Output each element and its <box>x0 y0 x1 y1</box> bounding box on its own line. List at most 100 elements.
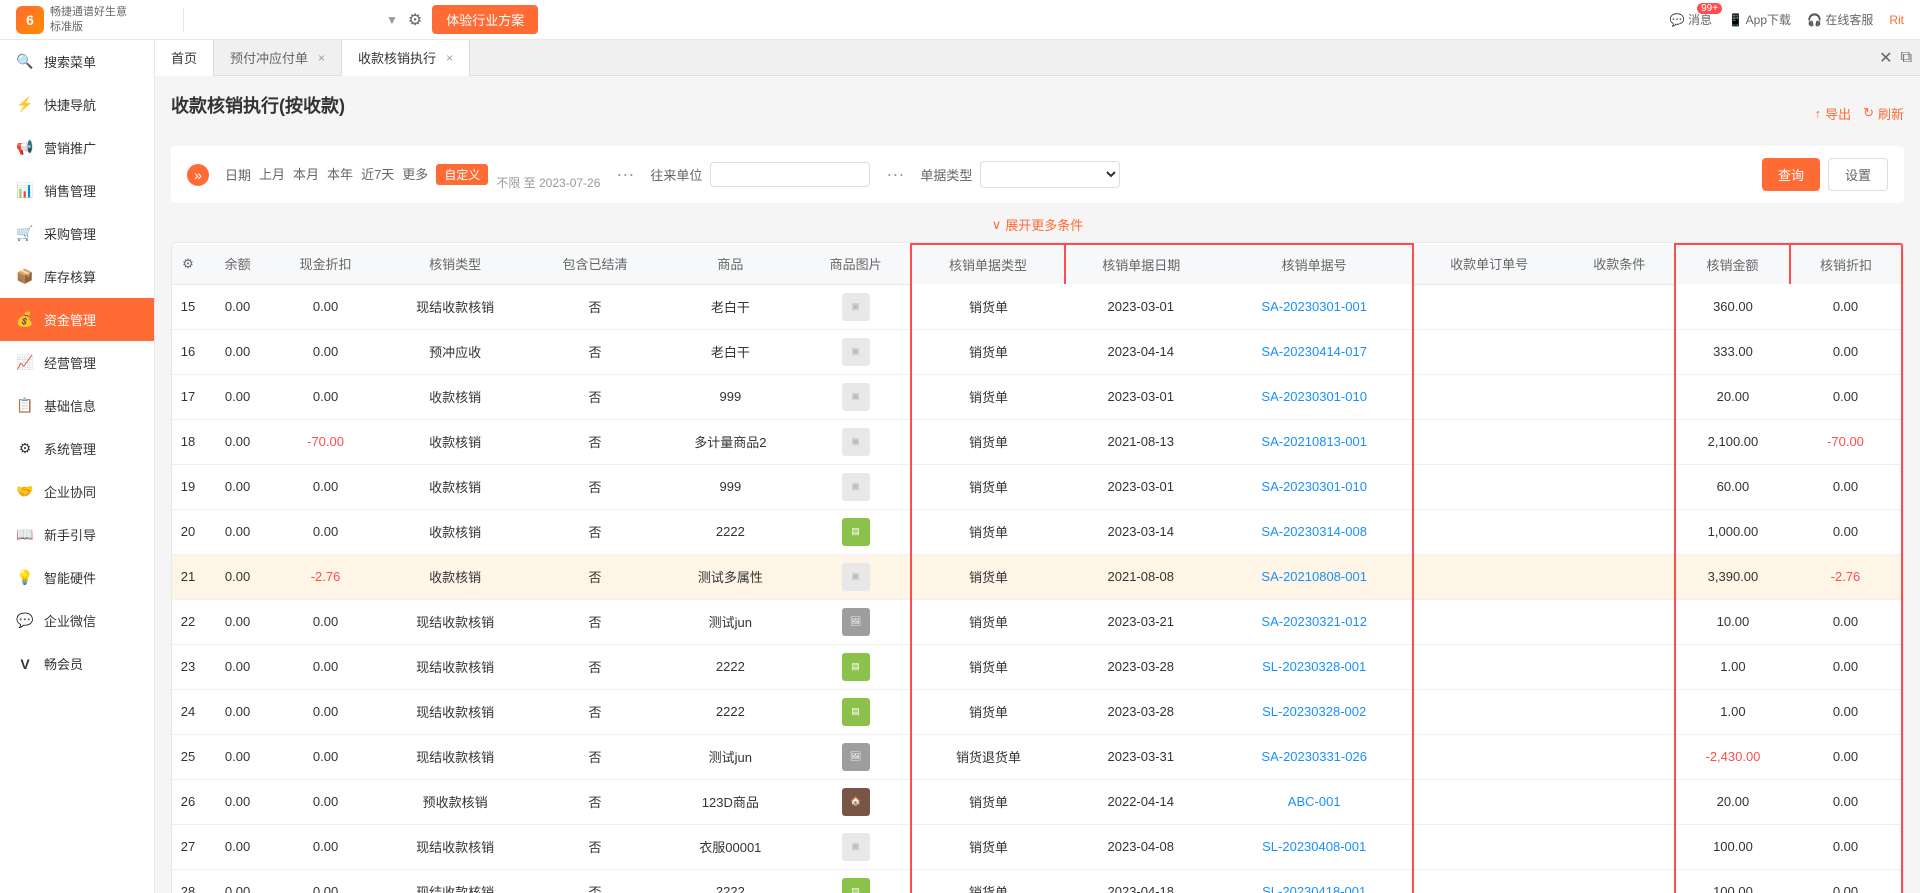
date-curr-month[interactable]: 本月 <box>293 164 319 185</box>
table-row: 26 0.00 0.00 预收款核销 否 123D商品 🏠 销货单 2022-0… <box>172 779 1902 824</box>
sidebar-item-purchase[interactable]: 🛒 采购管理 <box>0 212 154 255</box>
settings-gear-btn[interactable]: ⚙ <box>408 10 422 30</box>
sidebar-item-member[interactable]: V 畅会员 <box>0 642 154 685</box>
cell-discount: 0.00 <box>1790 824 1902 869</box>
cell-doc-no: SA-20230331-026 <box>1217 734 1413 779</box>
cell-amount: 100.00 <box>1675 869 1790 893</box>
tab-home[interactable]: 首页 <box>155 40 214 76</box>
tab-prepay[interactable]: 预付冲应付单 × <box>214 40 342 76</box>
cell-goods: 999 <box>660 374 801 419</box>
cell-goods: 2222 <box>660 689 801 734</box>
date-prev-month[interactable]: 上月 <box>259 164 285 185</box>
sidebar-item-guide[interactable]: 📖 新手引导 <box>0 513 154 556</box>
cell-condition <box>1565 779 1675 824</box>
export-btn[interactable]: ↑ 导出 <box>1815 104 1852 123</box>
filter-settings-btn[interactable]: 设置 <box>1828 158 1888 191</box>
cell-discount: -70.00 <box>1790 419 1902 464</box>
cell-settled: 否 <box>530 554 660 599</box>
sidebar-label-basic-info: 基础信息 <box>44 396 96 415</box>
sidebar-item-hardware[interactable]: 💡 智能硬件 <box>0 556 154 599</box>
app-download-btn[interactable]: 📱 App下载 <box>1728 11 1791 28</box>
finance-icon: 💰 <box>16 311 34 329</box>
sidebar-item-system[interactable]: ⚙ 系统管理 <box>0 427 154 470</box>
sidebar-item-operations[interactable]: 📈 经营管理 <box>0 341 154 384</box>
cell-doc-date: 2023-03-31 <box>1065 734 1217 779</box>
cell-doc-date: 2023-03-14 <box>1065 509 1217 554</box>
cell-doc-date: 2023-04-18 <box>1065 869 1217 893</box>
marketing-icon: 📢 <box>16 139 34 157</box>
tabs-bar: 首页 预付冲应付单 × 收款核销执行 × ✕ ⧉ <box>155 40 1920 76</box>
query-btn[interactable]: 查询 <box>1762 158 1820 191</box>
logo-text: 畅捷通谱好生意 标准版 <box>50 5 127 34</box>
cell-discount: -2.76 <box>1790 554 1902 599</box>
cell-goods-img: 🖼 <box>801 599 911 644</box>
cell-goods: 测试多属性 <box>660 554 801 599</box>
tab-receivable[interactable]: 收款核销执行 × <box>342 40 470 76</box>
cell-discount: 0.00 <box>1790 509 1902 554</box>
sidebar-item-collab[interactable]: 🤝 企业协同 <box>0 470 154 513</box>
sidebar-label-inventory: 库存核算 <box>44 267 96 286</box>
sidebar-label-search: 搜索菜单 <box>44 52 96 71</box>
logo-icon: 6 <box>16 6 44 34</box>
online-service-btn[interactable]: 🎧 在线客服 <box>1807 11 1873 28</box>
doctype-select[interactable] <box>980 161 1120 188</box>
cell-doc-no: SA-20230301-010 <box>1217 374 1413 419</box>
refresh-btn[interactable]: ↻ 刷新 <box>1863 104 1904 123</box>
page-content: 收款核销执行(按收款) ↑ 导出 ↻ 刷新 » 日期 <box>155 76 1920 893</box>
sidebar-item-marketing[interactable]: 📢 营销推广 <box>0 126 154 169</box>
cell-type: 收款核销 <box>380 464 530 509</box>
col-doc-date: 核销单据日期 <box>1065 244 1217 284</box>
industry-btn[interactable]: 体验行业方案 <box>432 5 538 34</box>
cell-balance: 0.00 <box>204 284 271 329</box>
cell-goods: 2222 <box>660 869 801 893</box>
counterparty-label: 往来单位 <box>650 165 702 184</box>
tab-expand-btn[interactable]: ⧉ <box>1901 49 1912 67</box>
cell-type: 现结收款核销 <box>380 644 530 689</box>
sidebar-item-sales[interactable]: 📊 销售管理 <box>0 169 154 212</box>
cell-doc-date: 2022-04-14 <box>1065 779 1217 824</box>
wechat-icon: 💬 <box>16 612 34 630</box>
cell-doc-no: ABC-001 <box>1217 779 1413 824</box>
tab-close-all-btn[interactable]: ✕ <box>1879 48 1892 68</box>
sidebar-item-finance[interactable]: 💰 资金管理 <box>0 298 154 341</box>
cell-amount: 20.00 <box>1675 374 1790 419</box>
message-btn[interactable]: 💬 消息 99+ <box>1670 11 1712 28</box>
date-custom-btn[interactable]: 自定义 <box>436 164 488 185</box>
tab-receivable-label: 收款核销执行 <box>358 48 436 67</box>
collab-icon: 🤝 <box>16 483 34 501</box>
basic-info-icon: 📋 <box>16 397 34 415</box>
sidebar-item-basic-info[interactable]: 📋 基础信息 <box>0 384 154 427</box>
filter-collapse-btn[interactable]: » <box>187 164 209 186</box>
col-settings[interactable]: ⚙ <box>172 244 204 284</box>
cell-discount: 0.00 <box>1790 464 1902 509</box>
tab-receivable-close[interactable]: × <box>446 51 453 65</box>
cell-type: 预收款核销 <box>380 779 530 824</box>
cell-balance: 0.00 <box>204 509 271 554</box>
cell-cash-discount: 0.00 <box>271 734 380 779</box>
col-doc-no: 核销单据号 <box>1217 244 1413 284</box>
sidebar-item-wechat[interactable]: 💬 企业微信 <box>0 599 154 642</box>
top-bar-center: ▼ ⚙ 体验行业方案 <box>196 5 1658 34</box>
top-bar: 6 畅捷通谱好生意 标准版 ▼ ⚙ 体验行业方案 💬 消息 99+ 📱 App下… <box>0 0 1920 40</box>
date-curr-year[interactable]: 本年 <box>327 164 353 185</box>
cell-goods-img: ▣ <box>801 824 911 869</box>
cell-balance: 0.00 <box>204 734 271 779</box>
cell-order-no <box>1413 284 1565 329</box>
cell-goods: 多计量商品2 <box>660 419 801 464</box>
sidebar-item-search[interactable]: 🔍 搜索菜单 <box>0 40 154 83</box>
tab-prepay-close[interactable]: × <box>318 51 325 65</box>
sidebar-item-inventory[interactable]: 📦 库存核算 <box>0 255 154 298</box>
cell-type: 收款核销 <box>380 374 530 419</box>
date-7days[interactable]: 近7天 <box>361 164 394 185</box>
expand-conditions-btn[interactable]: ∨ 展开更多条件 <box>992 215 1084 234</box>
counterparty-input[interactable] <box>710 162 870 187</box>
sidebar-item-quicknav[interactable]: ⚡ 快捷导航 <box>0 83 154 126</box>
filter-dots2: ··· <box>886 164 904 185</box>
cell-order-no <box>1413 329 1565 374</box>
date-more[interactable]: 更多 <box>402 164 428 185</box>
table-row: 21 0.00 -2.76 收款核销 否 测试多属性 ▣ 销货单 2021-08… <box>172 554 1902 599</box>
col-condition: 收款条件 <box>1565 244 1675 284</box>
cell-goods-img: ▣ <box>801 464 911 509</box>
cell-order-no <box>1413 824 1565 869</box>
cell-discount: 0.00 <box>1790 644 1902 689</box>
